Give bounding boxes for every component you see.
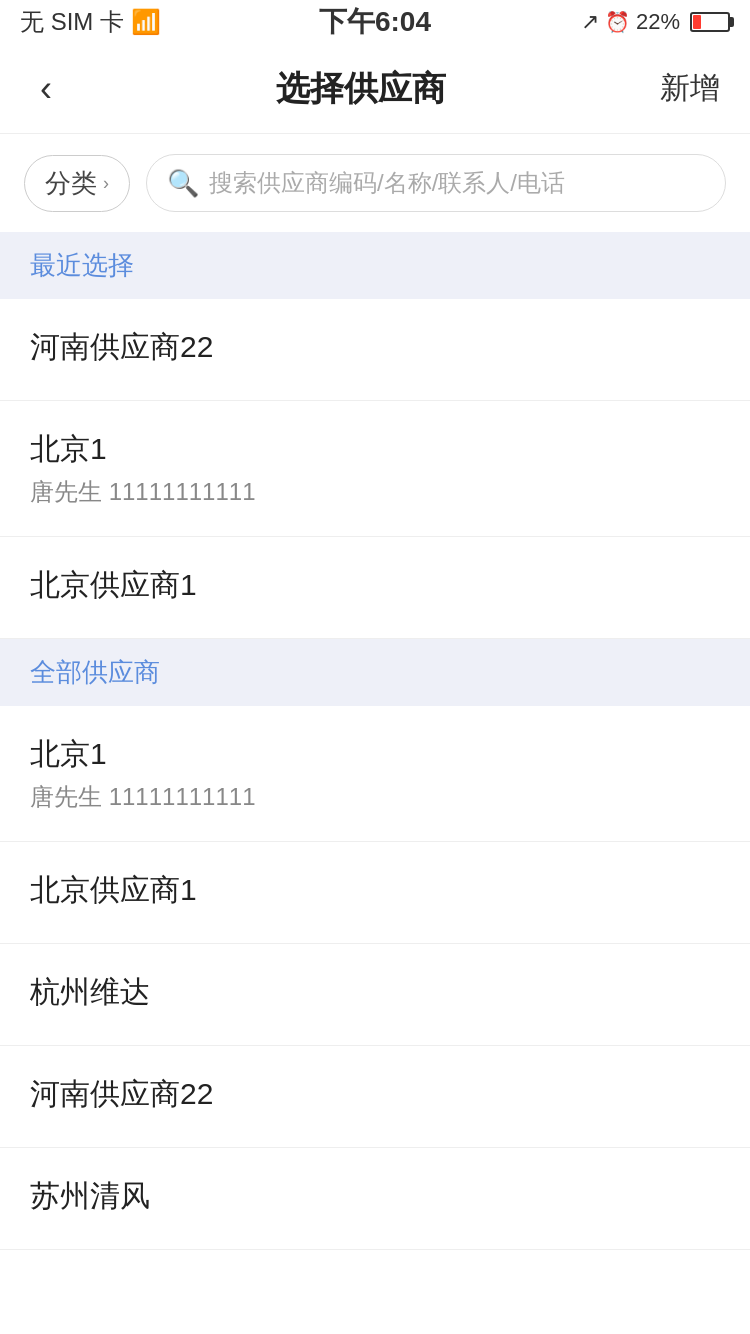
list-item[interactable]: 河南供应商22 bbox=[0, 299, 750, 401]
list-item[interactable]: 河南供应商22 bbox=[0, 1046, 750, 1148]
search-icon: 🔍 bbox=[167, 168, 199, 199]
list-item[interactable]: 苏州清风 bbox=[0, 1148, 750, 1250]
item-name: 河南供应商22 bbox=[30, 327, 720, 368]
location-icon bbox=[581, 9, 599, 35]
status-bar: 无 SIM 卡 📶 下午6:04 22% bbox=[0, 0, 750, 44]
list-item[interactable]: 北京供应商1 bbox=[0, 842, 750, 944]
back-button[interactable]: ‹ bbox=[30, 58, 62, 120]
all-section-header: 全部供应商 bbox=[0, 639, 750, 706]
recent-section-header: 最近选择 bbox=[0, 232, 750, 299]
alarm-icon bbox=[605, 9, 630, 35]
sim-label: 无 SIM 卡 📶 bbox=[20, 6, 161, 38]
nav-bar: ‹ 选择供应商 新增 bbox=[0, 44, 750, 134]
item-name: 北京供应商1 bbox=[30, 870, 720, 911]
item-name: 北京1 bbox=[30, 734, 720, 775]
battery-percent: 22% bbox=[636, 9, 680, 35]
category-label: 分类 bbox=[45, 166, 97, 201]
all-list: 北京1 唐先生 11111111111 北京供应商1 杭州维达 河南供应商22 … bbox=[0, 706, 750, 1250]
list-item[interactable]: 北京供应商1 bbox=[0, 537, 750, 639]
item-contact: 唐先生 11111111111 bbox=[30, 476, 720, 508]
add-button[interactable]: 新增 bbox=[660, 68, 720, 109]
item-name: 北京1 bbox=[30, 429, 720, 470]
status-left: 无 SIM 卡 📶 bbox=[20, 6, 161, 38]
status-right: 22% bbox=[581, 9, 730, 35]
item-name: 北京供应商1 bbox=[30, 565, 720, 606]
list-item[interactable]: 北京1 唐先生 11111111111 bbox=[0, 706, 750, 842]
category-button[interactable]: 分类 › bbox=[24, 155, 130, 212]
recent-list: 河南供应商22 北京1 唐先生 11111111111 北京供应商1 bbox=[0, 299, 750, 639]
status-time: 下午6:04 bbox=[319, 3, 431, 41]
item-name: 河南供应商22 bbox=[30, 1074, 720, 1115]
search-area: 分类 › 🔍 搜索供应商编码/名称/联系人/电话 bbox=[0, 134, 750, 232]
list-item[interactable]: 杭州维达 bbox=[0, 944, 750, 1046]
item-contact: 唐先生 11111111111 bbox=[30, 781, 720, 813]
battery-icon bbox=[690, 12, 730, 32]
search-placeholder: 搜索供应商编码/名称/联系人/电话 bbox=[209, 167, 565, 199]
chevron-down-icon: › bbox=[103, 173, 109, 194]
item-name: 杭州维达 bbox=[30, 972, 720, 1013]
item-name: 苏州清风 bbox=[30, 1176, 720, 1217]
list-item[interactable]: 北京1 唐先生 11111111111 bbox=[0, 401, 750, 537]
page-title: 选择供应商 bbox=[276, 66, 446, 112]
search-input-wrap[interactable]: 🔍 搜索供应商编码/名称/联系人/电话 bbox=[146, 154, 726, 212]
